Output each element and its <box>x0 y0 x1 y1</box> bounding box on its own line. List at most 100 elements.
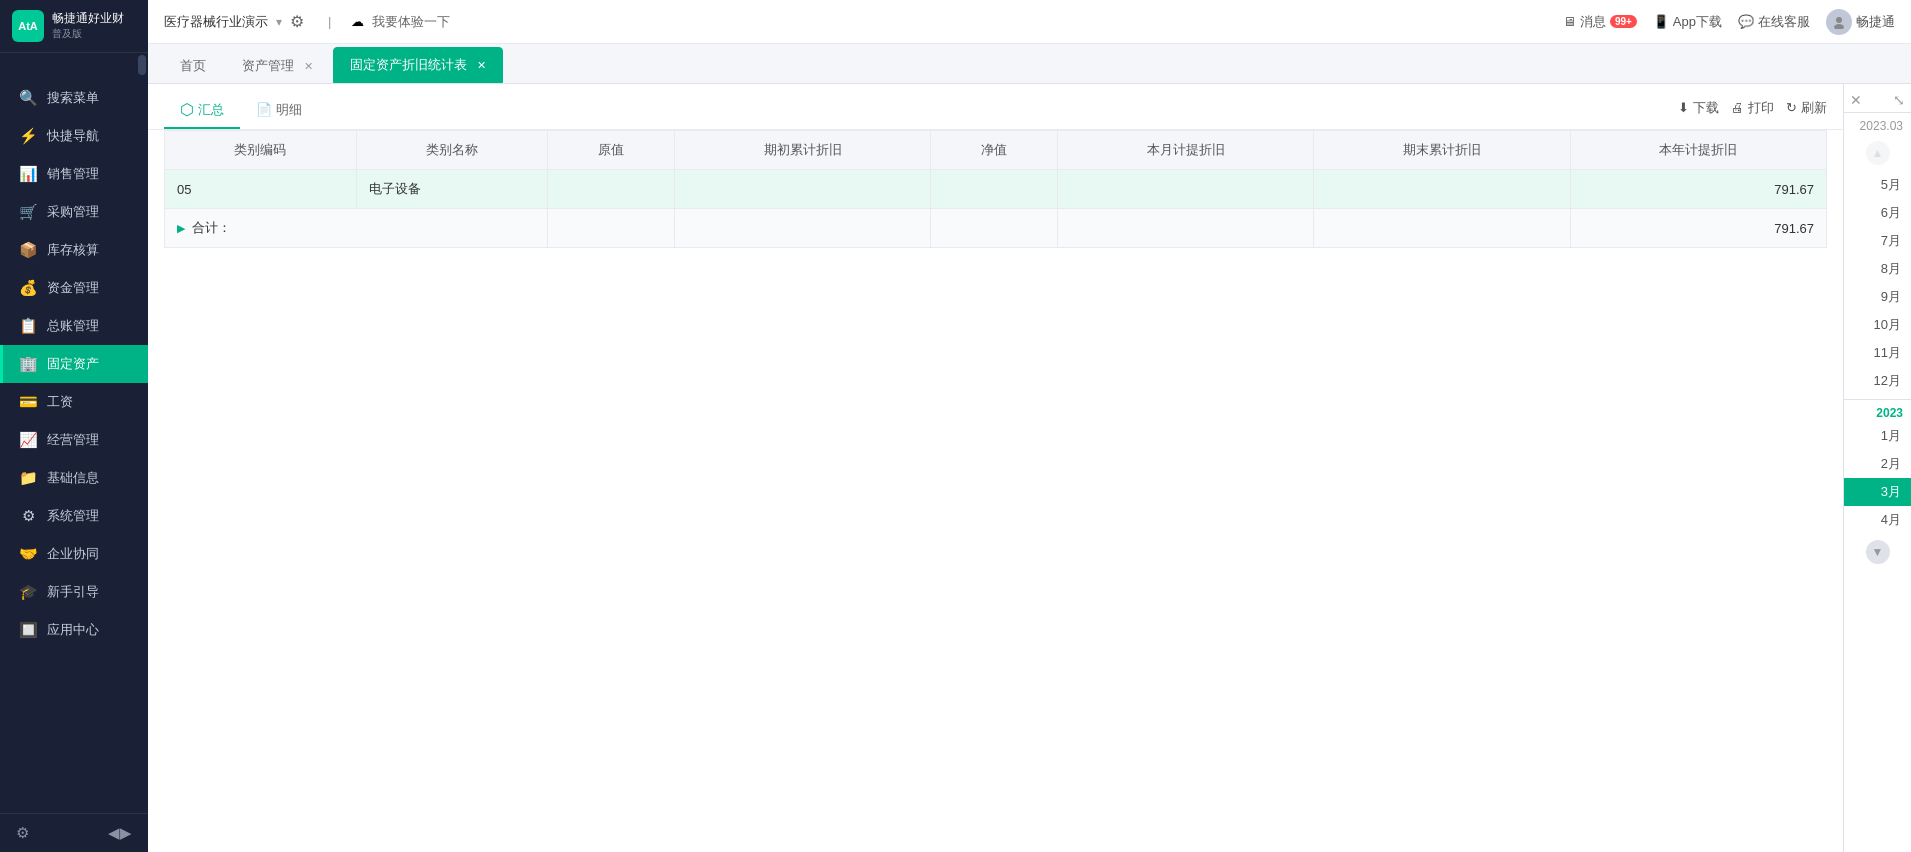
sidebar-label-purchase: 采购管理 <box>47 203 99 221</box>
sidebar-item-purchase[interactable]: 🛒 采购管理 <box>0 193 148 231</box>
purchase-icon: 🛒 <box>19 203 37 221</box>
date-month-2023-2[interactable]: 2月 <box>1844 450 1911 478</box>
download-button[interactable]: ⬇ 下载 <box>1678 99 1719 117</box>
date-panel-close-icon[interactable]: ✕ <box>1850 92 1862 108</box>
tab-depreciation-label: 固定资产折旧统计表 <box>350 56 467 74</box>
sidebar-scrollbar[interactable] <box>138 55 146 75</box>
sidebar-item-system[interactable]: ⚙ 系统管理 <box>0 497 148 535</box>
inventory-icon: 📦 <box>19 241 37 259</box>
sidebar-item-basic[interactable]: 📁 基础信息 <box>0 459 148 497</box>
cell-total-net <box>931 209 1058 248</box>
experience-text: 我要体验一下 <box>372 13 450 31</box>
sidebar-item-quicknav[interactable]: ⚡ 快捷导航 <box>0 117 148 155</box>
messages-button[interactable]: 🖥 消息 99+ <box>1563 13 1637 31</box>
sidebar-item-collab[interactable]: 🤝 企业协同 <box>0 535 148 573</box>
tab-asset-mgmt[interactable]: 资产管理 ✕ <box>226 49 329 83</box>
sidebar-label-fixed: 固定资产 <box>47 355 99 373</box>
cell-closing <box>1314 170 1570 209</box>
cell-name: 电子设备 <box>356 170 548 209</box>
date-month-2023-3[interactable]: 3月 <box>1844 478 1911 506</box>
subtab-summary-label: 汇总 <box>198 101 224 119</box>
content-area: ⬡ 汇总 📄 明细 ⬇ 下载 🖨 打印 <box>148 84 1911 852</box>
cell-total-opening <box>675 209 931 248</box>
app-edition: 普及版 <box>52 27 124 41</box>
system-icon: ⚙ <box>19 507 37 525</box>
table-row[interactable]: 05 电子设备 791.67 <box>165 170 1827 209</box>
sidebar-label-ledger: 总账管理 <box>47 317 99 335</box>
online-service-button[interactable]: 💬 在线客服 <box>1738 13 1810 31</box>
tab-depreciation-close-icon[interactable]: ✕ <box>477 59 486 72</box>
tab-depreciation[interactable]: 固定资产折旧统计表 ✕ <box>333 47 503 83</box>
sidebar-item-capital[interactable]: 💰 资金管理 <box>0 269 148 307</box>
sidebar-item-payroll[interactable]: 💳 工资 <box>0 383 148 421</box>
current-year-section: 2023 1月 2月 3月 4月 <box>1844 395 1911 534</box>
cell-opening <box>675 170 931 209</box>
message-icon: 🖥 <box>1563 14 1576 29</box>
col-monthly: 本月计提折旧 <box>1058 131 1314 170</box>
tab-home[interactable]: 首页 <box>164 49 222 83</box>
subtab-detail-label: 明细 <box>276 101 302 119</box>
col-original: 原值 <box>548 131 675 170</box>
date-nav-down-area: ▼ <box>1844 534 1911 570</box>
user-menu[interactable]: 畅捷通 <box>1826 9 1895 35</box>
refresh-button[interactable]: ↻ 刷新 <box>1786 99 1827 117</box>
subtab-detail[interactable]: 📄 明细 <box>240 94 318 129</box>
date-month-12[interactable]: 12月 <box>1844 367 1911 395</box>
cell-monthly <box>1058 170 1314 209</box>
messages-badge: 99+ <box>1610 15 1637 28</box>
sidebar-label-system: 系统管理 <box>47 507 99 525</box>
cell-total-label: ▶ 合计： <box>165 209 548 248</box>
messages-label: 消息 <box>1580 13 1606 31</box>
sidebar-item-fixed[interactable]: 🏢 固定资产 <box>0 345 148 383</box>
collapse-icon[interactable]: ◀▶ <box>108 824 132 842</box>
sidebar-item-mgmt[interactable]: 📈 经营管理 <box>0 421 148 459</box>
quicknav-icon: ⚡ <box>19 127 37 145</box>
summary-icon: ⬡ <box>180 100 194 119</box>
total-expand-icon[interactable]: ▶ <box>177 222 185 234</box>
company-chevron-icon[interactable]: ▾ <box>276 15 282 29</box>
sidebar-item-ledger[interactable]: 📋 总账管理 <box>0 307 148 345</box>
experience-link[interactable]: 我要体验一下 <box>372 13 450 31</box>
sidebar-item-apps[interactable]: 🔲 应用中心 <box>0 611 148 649</box>
sidebar-item-search[interactable]: 🔍 搜索菜单 <box>0 79 148 117</box>
col-name: 类别名称 <box>356 131 548 170</box>
col-closing: 期末累计折旧 <box>1314 131 1570 170</box>
col-annual: 本年计提折旧 <box>1570 131 1826 170</box>
date-month-5[interactable]: 5月 <box>1844 171 1911 199</box>
main-area: 医疗器械行业演示 ▾ ⚙ | ☁ 我要体验一下 🖥 消息 99+ 📱 App下载… <box>148 0 1911 852</box>
cell-net <box>931 170 1058 209</box>
date-month-7[interactable]: 7月 <box>1844 227 1911 255</box>
app-download-button[interactable]: 📱 App下载 <box>1653 13 1722 31</box>
date-month-9[interactable]: 9月 <box>1844 283 1911 311</box>
date-month-2023-1[interactable]: 1月 <box>1844 422 1911 450</box>
date-panel-expand-icon[interactable]: ⤡ <box>1893 92 1905 108</box>
sidebar-nav: 🔍 搜索菜单 ⚡ 快捷导航 📊 销售管理 🛒 采购管理 📦 库存核算 💰 资金管… <box>0 75 148 813</box>
settings-footer-icon[interactable]: ⚙ <box>16 824 29 842</box>
sidebar-item-sales[interactable]: 📊 销售管理 <box>0 155 148 193</box>
table-wrapper: 类别编码 类别名称 原值 期初累计折旧 净值 本月计提折旧 期末累计折旧 本年计… <box>148 130 1843 852</box>
sidebar-item-guide[interactable]: 🎓 新手引导 <box>0 573 148 611</box>
print-button[interactable]: 🖨 打印 <box>1731 99 1774 117</box>
online-service-label: 在线客服 <box>1758 13 1810 31</box>
col-net: 净值 <box>931 131 1058 170</box>
sidebar-label-basic: 基础信息 <box>47 469 99 487</box>
date-year-label: 2023.03 <box>1844 113 1911 135</box>
logo-text-group: 畅捷通好业财 普及版 <box>52 11 124 41</box>
date-nav-down-button[interactable]: ▼ <box>1866 540 1890 564</box>
subtab-summary[interactable]: ⬡ 汇总 <box>164 94 240 129</box>
app-download-label: App下载 <box>1673 13 1722 31</box>
sidebar-footer: ⚙ ◀▶ <box>0 813 148 852</box>
sales-icon: 📊 <box>19 165 37 183</box>
date-month-11[interactable]: 11月 <box>1844 339 1911 367</box>
date-month-8[interactable]: 8月 <box>1844 255 1911 283</box>
content-inner: ⬡ 汇总 📄 明细 ⬇ 下载 🖨 打印 <box>148 84 1843 852</box>
svg-point-0 <box>1836 17 1842 23</box>
sidebar-item-inventory[interactable]: 📦 库存核算 <box>0 231 148 269</box>
date-nav-up-button[interactable]: ▲ <box>1866 141 1890 165</box>
date-month-6[interactable]: 6月 <box>1844 199 1911 227</box>
app-download-icon: 📱 <box>1653 14 1669 29</box>
date-month-10[interactable]: 10月 <box>1844 311 1911 339</box>
company-settings-icon[interactable]: ⚙ <box>290 12 304 31</box>
date-month-2023-4[interactable]: 4月 <box>1844 506 1911 534</box>
tab-asset-mgmt-close-icon[interactable]: ✕ <box>304 60 313 73</box>
